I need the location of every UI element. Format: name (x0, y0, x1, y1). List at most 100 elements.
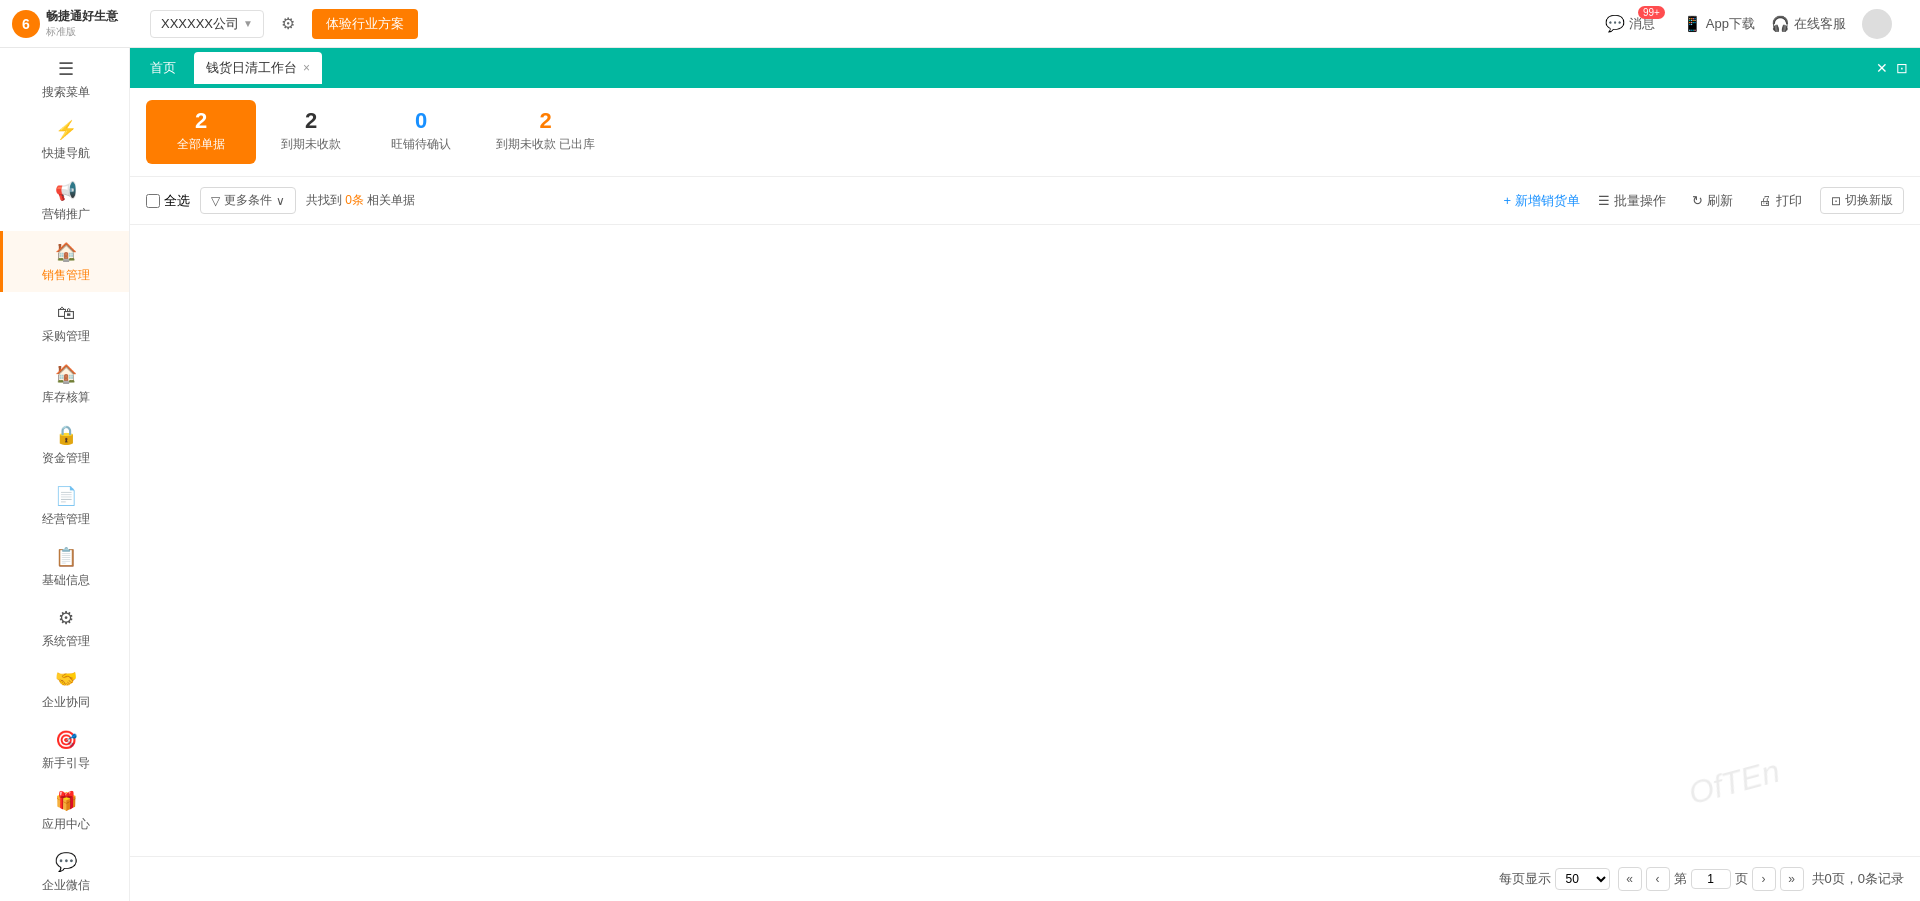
sidebar-item-label-quick-nav: 快捷导航 (42, 145, 90, 162)
refresh-button[interactable]: ↻ 刷新 (1684, 188, 1741, 214)
top-header: 6 畅捷通好生意 标准版 XXXXXX公司 ▼ ⚙ 体验行业方案 💬 消息 99… (0, 0, 1920, 48)
logo-icon: 6 (12, 10, 40, 38)
sidebar-item-funds-mgmt[interactable]: 🔒 资金管理 (0, 414, 129, 475)
content-area: 首页 钱货日清工作台 × ✕ ⊡ 2 全部单据 2 到期未收款 0 旺铺待确认 (130, 48, 1920, 901)
enterprise-weixin-icon: 💬 (55, 851, 77, 873)
batch-ops-label: 批量操作 (1614, 192, 1666, 210)
page-number-input[interactable] (1691, 869, 1731, 889)
card-overdue-uncollected[interactable]: 2 到期未收款 (256, 100, 366, 164)
select-all-label: 全选 (164, 192, 190, 210)
new-sales-order-button[interactable]: + 新增销货单 (1503, 192, 1580, 210)
tab-qinghuoricheng[interactable]: 钱货日清工作台 × (194, 52, 322, 84)
batch-ops-button[interactable]: ☰ 批量操作 (1590, 188, 1674, 214)
app-center-icon: 🎁 (55, 790, 77, 812)
basic-info-icon: 📋 (55, 546, 77, 568)
select-all-input[interactable] (146, 194, 160, 208)
logo-text-block: 畅捷通好生意 标准版 (46, 8, 118, 39)
select-all-checkbox[interactable]: 全选 (146, 192, 190, 210)
page-size-selector: 每页显示 20 50 100 (1499, 868, 1610, 890)
toolbar-right: + 新增销货单 ☰ 批量操作 ↻ 刷新 🖨 打印 ⊡ 切换新版 (1503, 187, 1904, 214)
user-avatar[interactable] (1862, 9, 1892, 39)
card-all-orders[interactable]: 2 全部单据 (146, 100, 256, 164)
company-selector[interactable]: XXXXXX公司 ▼ (150, 10, 264, 38)
sidebar-item-label-sales: 销售管理 (42, 267, 90, 284)
refresh-label: 刷新 (1707, 192, 1733, 210)
prev-page-button[interactable]: ‹ (1646, 867, 1670, 891)
sidebar-item-label-enterprise: 企业协同 (42, 694, 90, 711)
next-page-button[interactable]: › (1752, 867, 1776, 891)
sidebar-item-marketing[interactable]: 📢 营销推广 (0, 170, 129, 231)
sidebar-item-quick-nav[interactable]: ⚡ 快捷导航 (0, 109, 129, 170)
tab-close-button[interactable]: × (303, 61, 310, 75)
messages-badge: 99+ (1638, 6, 1665, 19)
filter-label: 更多条件 (224, 192, 272, 209)
sidebar-item-label-weixin: 企业微信 (42, 877, 90, 894)
sidebar-item-inventory[interactable]: 🏠 库存核算 (0, 353, 129, 414)
sidebar-item-system-mgmt[interactable]: ⚙ 系统管理 (0, 597, 129, 658)
sidebar-item-label-basic-info: 基础信息 (42, 572, 90, 589)
online-service-icon: 🎧 (1771, 15, 1790, 33)
total-records: 共0页，0条记录 (1812, 870, 1904, 888)
sidebar-item-purchase-mgmt[interactable]: 🛍 采购管理 (0, 292, 129, 353)
sidebar-item-app-center[interactable]: 🎁 应用中心 (0, 780, 129, 841)
sidebar-item-label-app-center: 应用中心 (42, 816, 90, 833)
card-all-orders-number: 2 (195, 108, 207, 134)
sidebar-item-enterprise-weixin[interactable]: 💬 企业微信 (0, 841, 129, 901)
app-download-button[interactable]: 📱 App下载 (1683, 15, 1755, 33)
online-service-button[interactable]: 🎧 在线客服 (1771, 15, 1846, 33)
switch-label: 切换新版 (1845, 192, 1893, 209)
settings-button[interactable]: ⚙ (272, 8, 304, 40)
enterprise-coop-icon: 🤝 (55, 668, 77, 690)
pagination: 每页显示 20 50 100 « ‹ 第 页 › » 共0页，0条记录 (130, 856, 1920, 901)
message-icon: 💬 (1605, 14, 1625, 33)
page-suffix: 页 (1735, 870, 1748, 888)
switch-new-version-button[interactable]: ⊡ 切换新版 (1820, 187, 1904, 214)
online-service-label: 在线客服 (1794, 15, 1846, 33)
filter-button[interactable]: ▽ 更多条件 ∨ (200, 187, 296, 214)
tab-bar: 首页 钱货日清工作台 × ✕ ⊡ (130, 48, 1920, 88)
header-right: 💬 消息 99+ 📱 App下载 🎧 在线客服 (1605, 9, 1908, 39)
messages-button[interactable]: 💬 消息 99+ (1605, 14, 1655, 33)
app-download-label: App下载 (1706, 15, 1755, 33)
card-overdue-number: 2 (305, 108, 317, 134)
card-all-orders-label: 全部单据 (177, 136, 225, 153)
found-suffix: 相关单据 (367, 193, 415, 207)
filter-dropdown-icon: ∨ (276, 194, 285, 208)
sidebar-item-enterprise-coop[interactable]: 🤝 企业协同 (0, 658, 129, 719)
tab-minimize-icon[interactable]: ✕ (1876, 60, 1888, 76)
first-page-button[interactable]: « (1618, 867, 1642, 891)
logo-area: 6 畅捷通好生意 标准版 (12, 8, 142, 39)
company-name: XXXXXX公司 (161, 15, 239, 33)
sidebar-item-label-beginner: 新手引导 (42, 755, 90, 772)
print-icon: 🖨 (1759, 193, 1772, 208)
last-page-button[interactable]: » (1780, 867, 1804, 891)
sidebar-item-basic-info[interactable]: 📋 基础信息 (0, 536, 129, 597)
page-size-select-input[interactable]: 20 50 100 (1555, 868, 1610, 890)
sidebar-item-operations[interactable]: 📄 经营管理 (0, 475, 129, 536)
card-wangpu-pending[interactable]: 0 旺铺待确认 (366, 100, 476, 164)
tab-expand-icon[interactable]: ⊡ (1896, 60, 1908, 76)
sidebar-item-sales-mgmt[interactable]: 🏠 销售管理 (0, 231, 129, 292)
search-menu-icon: ☰ (55, 58, 77, 80)
page-navigation: « ‹ 第 页 › » (1618, 867, 1804, 891)
tab-home[interactable]: 首页 (134, 48, 192, 88)
sidebar-item-label-marketing: 营销推广 (42, 206, 90, 223)
sidebar-item-label-funds: 资金管理 (42, 450, 90, 467)
beginner-guide-icon: 🎯 (55, 729, 77, 751)
quick-nav-icon: ⚡ (55, 119, 77, 141)
tab-label-qinghuoricheng: 钱货日清工作台 (206, 59, 297, 77)
batch-ops-icon: ☰ (1598, 193, 1610, 208)
filter-icon: ▽ (211, 194, 220, 208)
sidebar-item-label-inventory: 库存核算 (42, 389, 90, 406)
card-overdue-unshipped[interactable]: 2 到期未收款 已出库 (476, 100, 615, 164)
try-industry-button[interactable]: 体验行业方案 (312, 9, 418, 39)
toolbar-left: 全选 ▽ 更多条件 ∨ 共找到 0条 相关单据 (146, 187, 1493, 214)
sidebar-item-search-menu[interactable]: ☰ 搜索菜单 (0, 48, 129, 109)
system-mgmt-icon: ⚙ (55, 607, 77, 629)
sidebar-item-beginner-guide[interactable]: 🎯 新手引导 (0, 719, 129, 780)
page-label: 第 (1674, 870, 1687, 888)
print-button[interactable]: 🖨 打印 (1751, 188, 1810, 214)
marketing-icon: 📢 (55, 180, 77, 202)
sidebar-item-label-purchase: 采购管理 (42, 328, 90, 345)
empty-table-placeholder (130, 225, 1920, 856)
